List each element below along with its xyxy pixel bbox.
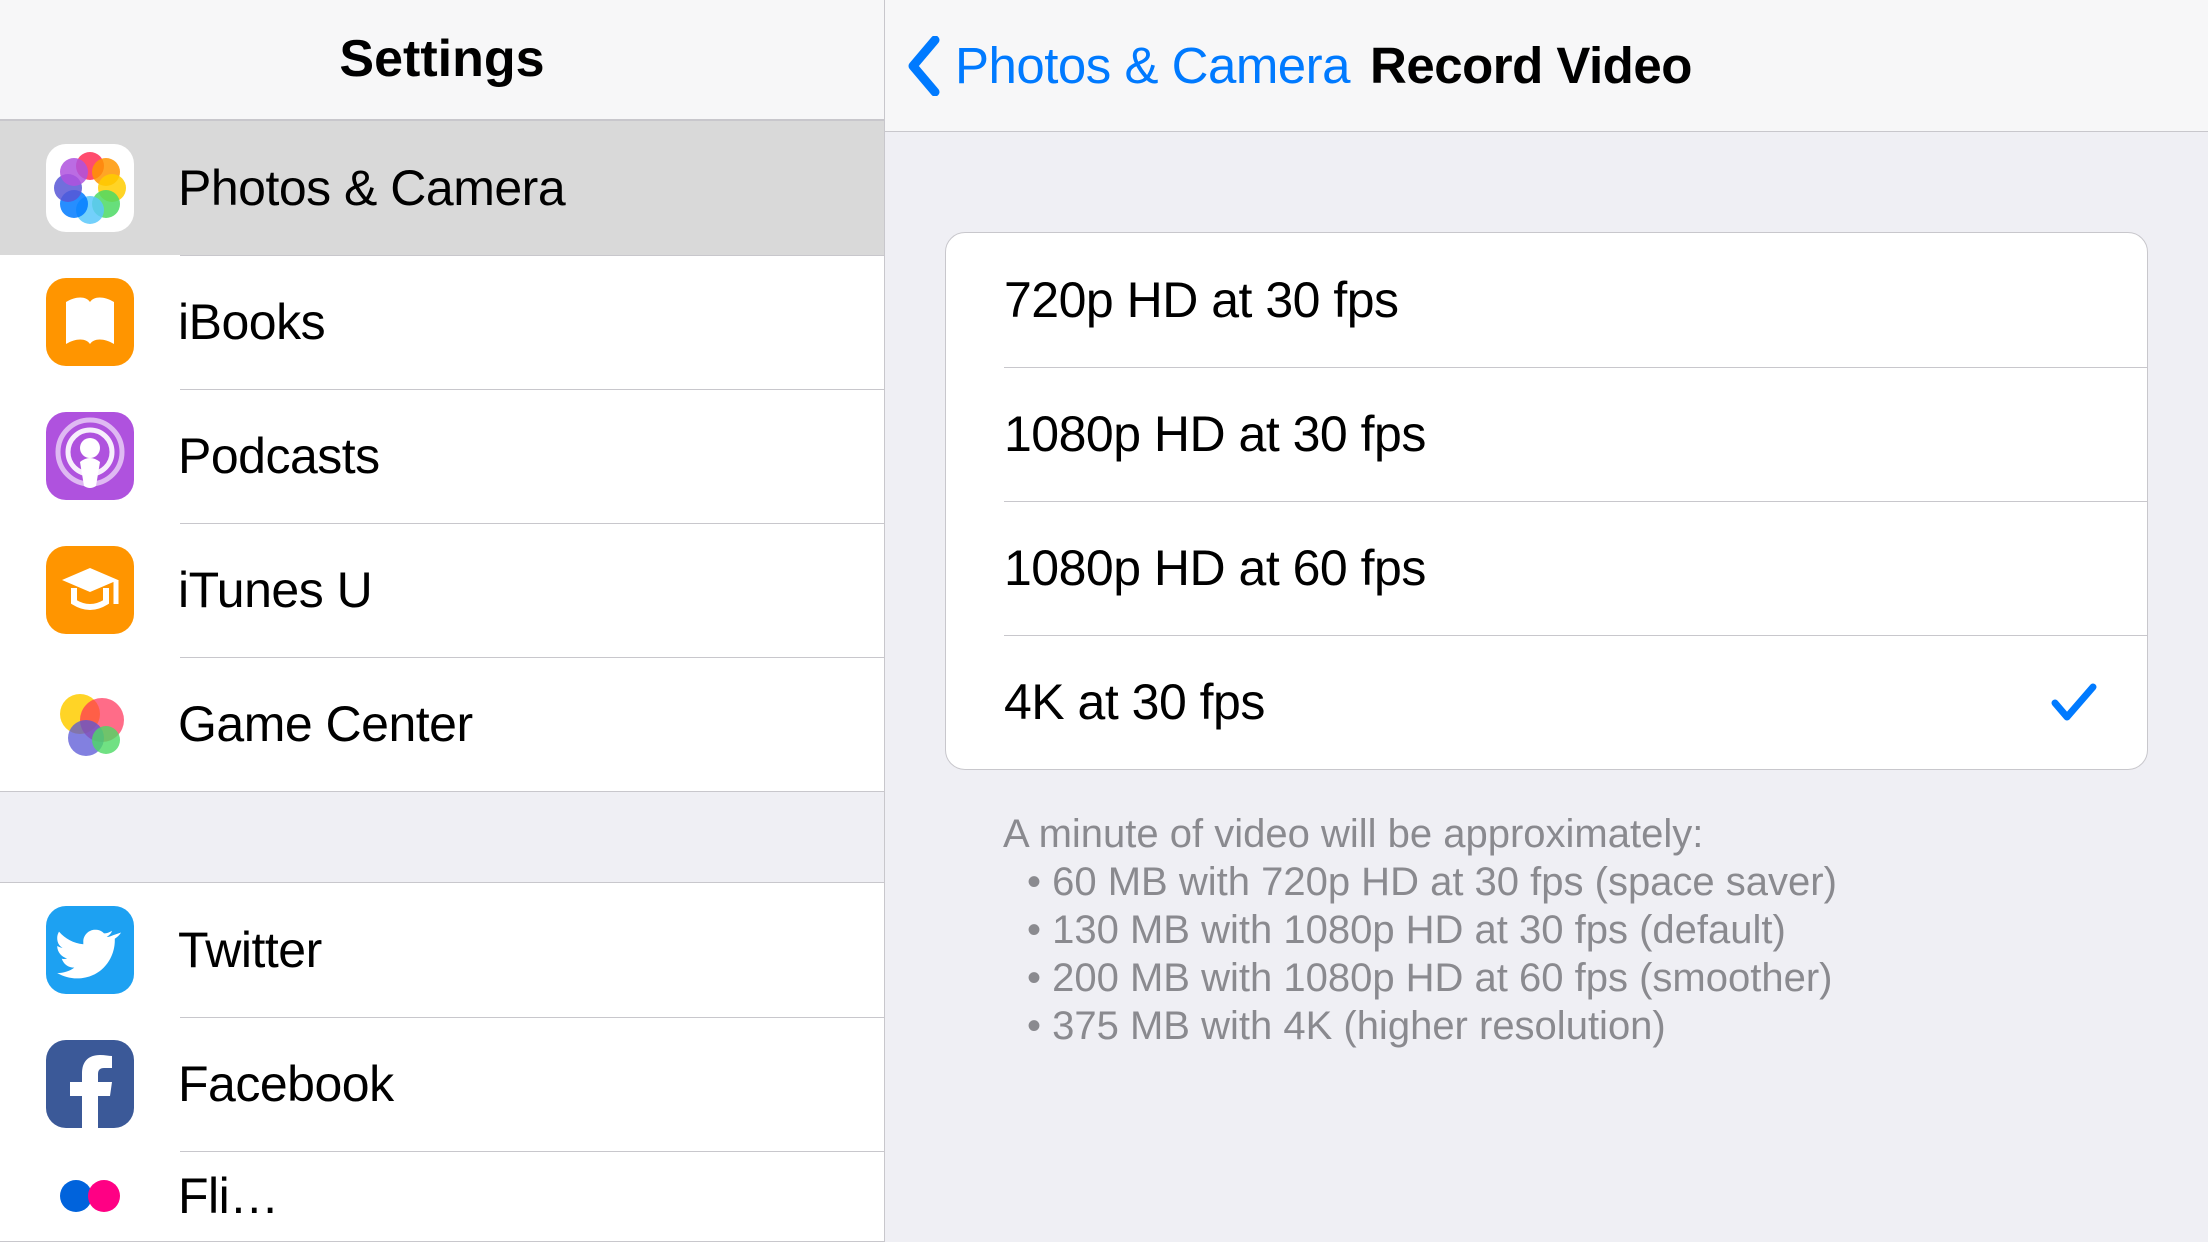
back-button[interactable]: Photos & Camera: [905, 36, 1350, 96]
sidebar-item-label: Podcasts: [178, 427, 380, 485]
game-center-icon: [46, 680, 134, 768]
video-options-list: 720p HD at 30 fps 1080p HD at 30 fps 108…: [945, 232, 2148, 770]
option-label: 720p HD at 30 fps: [1004, 271, 1399, 329]
settings-app: Settings Photos & Camera iBooks Podcasts…: [0, 0, 2208, 1242]
sidebar: Settings Photos & Camera iBooks Podcasts…: [0, 0, 885, 1242]
sidebar-group-social: Twitter Facebook Fli…: [0, 882, 884, 1242]
sidebar-item-twitter[interactable]: Twitter: [0, 883, 884, 1017]
sidebar-title: Settings: [339, 29, 544, 89]
chevron-left-icon: [905, 36, 945, 96]
option-720p-30[interactable]: 720p HD at 30 fps: [946, 233, 2147, 367]
sidebar-item-facebook[interactable]: Facebook: [0, 1017, 884, 1151]
sidebar-item-itunes-u[interactable]: iTunes U: [0, 523, 884, 657]
sidebar-item-label: iBooks: [178, 293, 325, 351]
detail-pane: Photos & Camera Record Video 720p HD at …: [885, 0, 2208, 1242]
ibooks-icon: [46, 278, 134, 366]
option-4k-30[interactable]: 4K at 30 fps: [946, 635, 2147, 769]
footer-line: • 60 MB with 720p HD at 30 fps (space sa…: [1003, 858, 2088, 906]
detail-header: Photos & Camera Record Video: [885, 0, 2208, 132]
option-label: 4K at 30 fps: [1004, 673, 1265, 731]
footer-intro: A minute of video will be approximately:: [1003, 810, 2088, 858]
option-1080p-30[interactable]: 1080p HD at 30 fps: [946, 367, 2147, 501]
back-label: Photos & Camera: [955, 36, 1350, 95]
detail-title: Record Video: [1370, 36, 1692, 95]
footer-text: A minute of video will be approximately:…: [945, 770, 2148, 1050]
sidebar-item-label: Facebook: [178, 1055, 394, 1113]
footer-line: • 375 MB with 4K (higher resolution): [1003, 1002, 2088, 1050]
sidebar-group-apps: Photos & Camera iBooks Podcasts iTunes U…: [0, 120, 884, 792]
sidebar-item-ibooks[interactable]: iBooks: [0, 255, 884, 389]
sidebar-item-flickr[interactable]: Fli…: [0, 1151, 884, 1241]
option-label: 1080p HD at 60 fps: [1004, 539, 1426, 597]
twitter-icon: [46, 906, 134, 994]
detail-body: 720p HD at 30 fps 1080p HD at 30 fps 108…: [885, 132, 2208, 1050]
sidebar-header: Settings: [0, 0, 884, 120]
sidebar-item-label: Fli…: [178, 1167, 279, 1225]
sidebar-item-photos-camera[interactable]: Photos & Camera: [0, 121, 884, 255]
podcasts-icon: [46, 412, 134, 500]
sidebar-item-label: Game Center: [178, 695, 473, 753]
option-label: 1080p HD at 30 fps: [1004, 405, 1426, 463]
checkmark-icon: [2051, 679, 2097, 725]
flickr-icon: [46, 1152, 134, 1240]
footer-line: • 200 MB with 1080p HD at 60 fps (smooth…: [1003, 954, 2088, 1002]
footer-line: • 130 MB with 1080p HD at 30 fps (defaul…: [1003, 906, 2088, 954]
option-1080p-60[interactable]: 1080p HD at 60 fps: [946, 501, 2147, 635]
itunes-u-icon: [46, 546, 134, 634]
facebook-icon: [46, 1040, 134, 1128]
sidebar-item-podcasts[interactable]: Podcasts: [0, 389, 884, 523]
sidebar-item-label: Twitter: [178, 921, 322, 979]
sidebar-gap: [0, 792, 884, 882]
sidebar-item-game-center[interactable]: Game Center: [0, 657, 884, 791]
sidebar-item-label: Photos & Camera: [178, 159, 565, 217]
sidebar-item-label: iTunes U: [178, 561, 372, 619]
photos-icon: [46, 144, 134, 232]
